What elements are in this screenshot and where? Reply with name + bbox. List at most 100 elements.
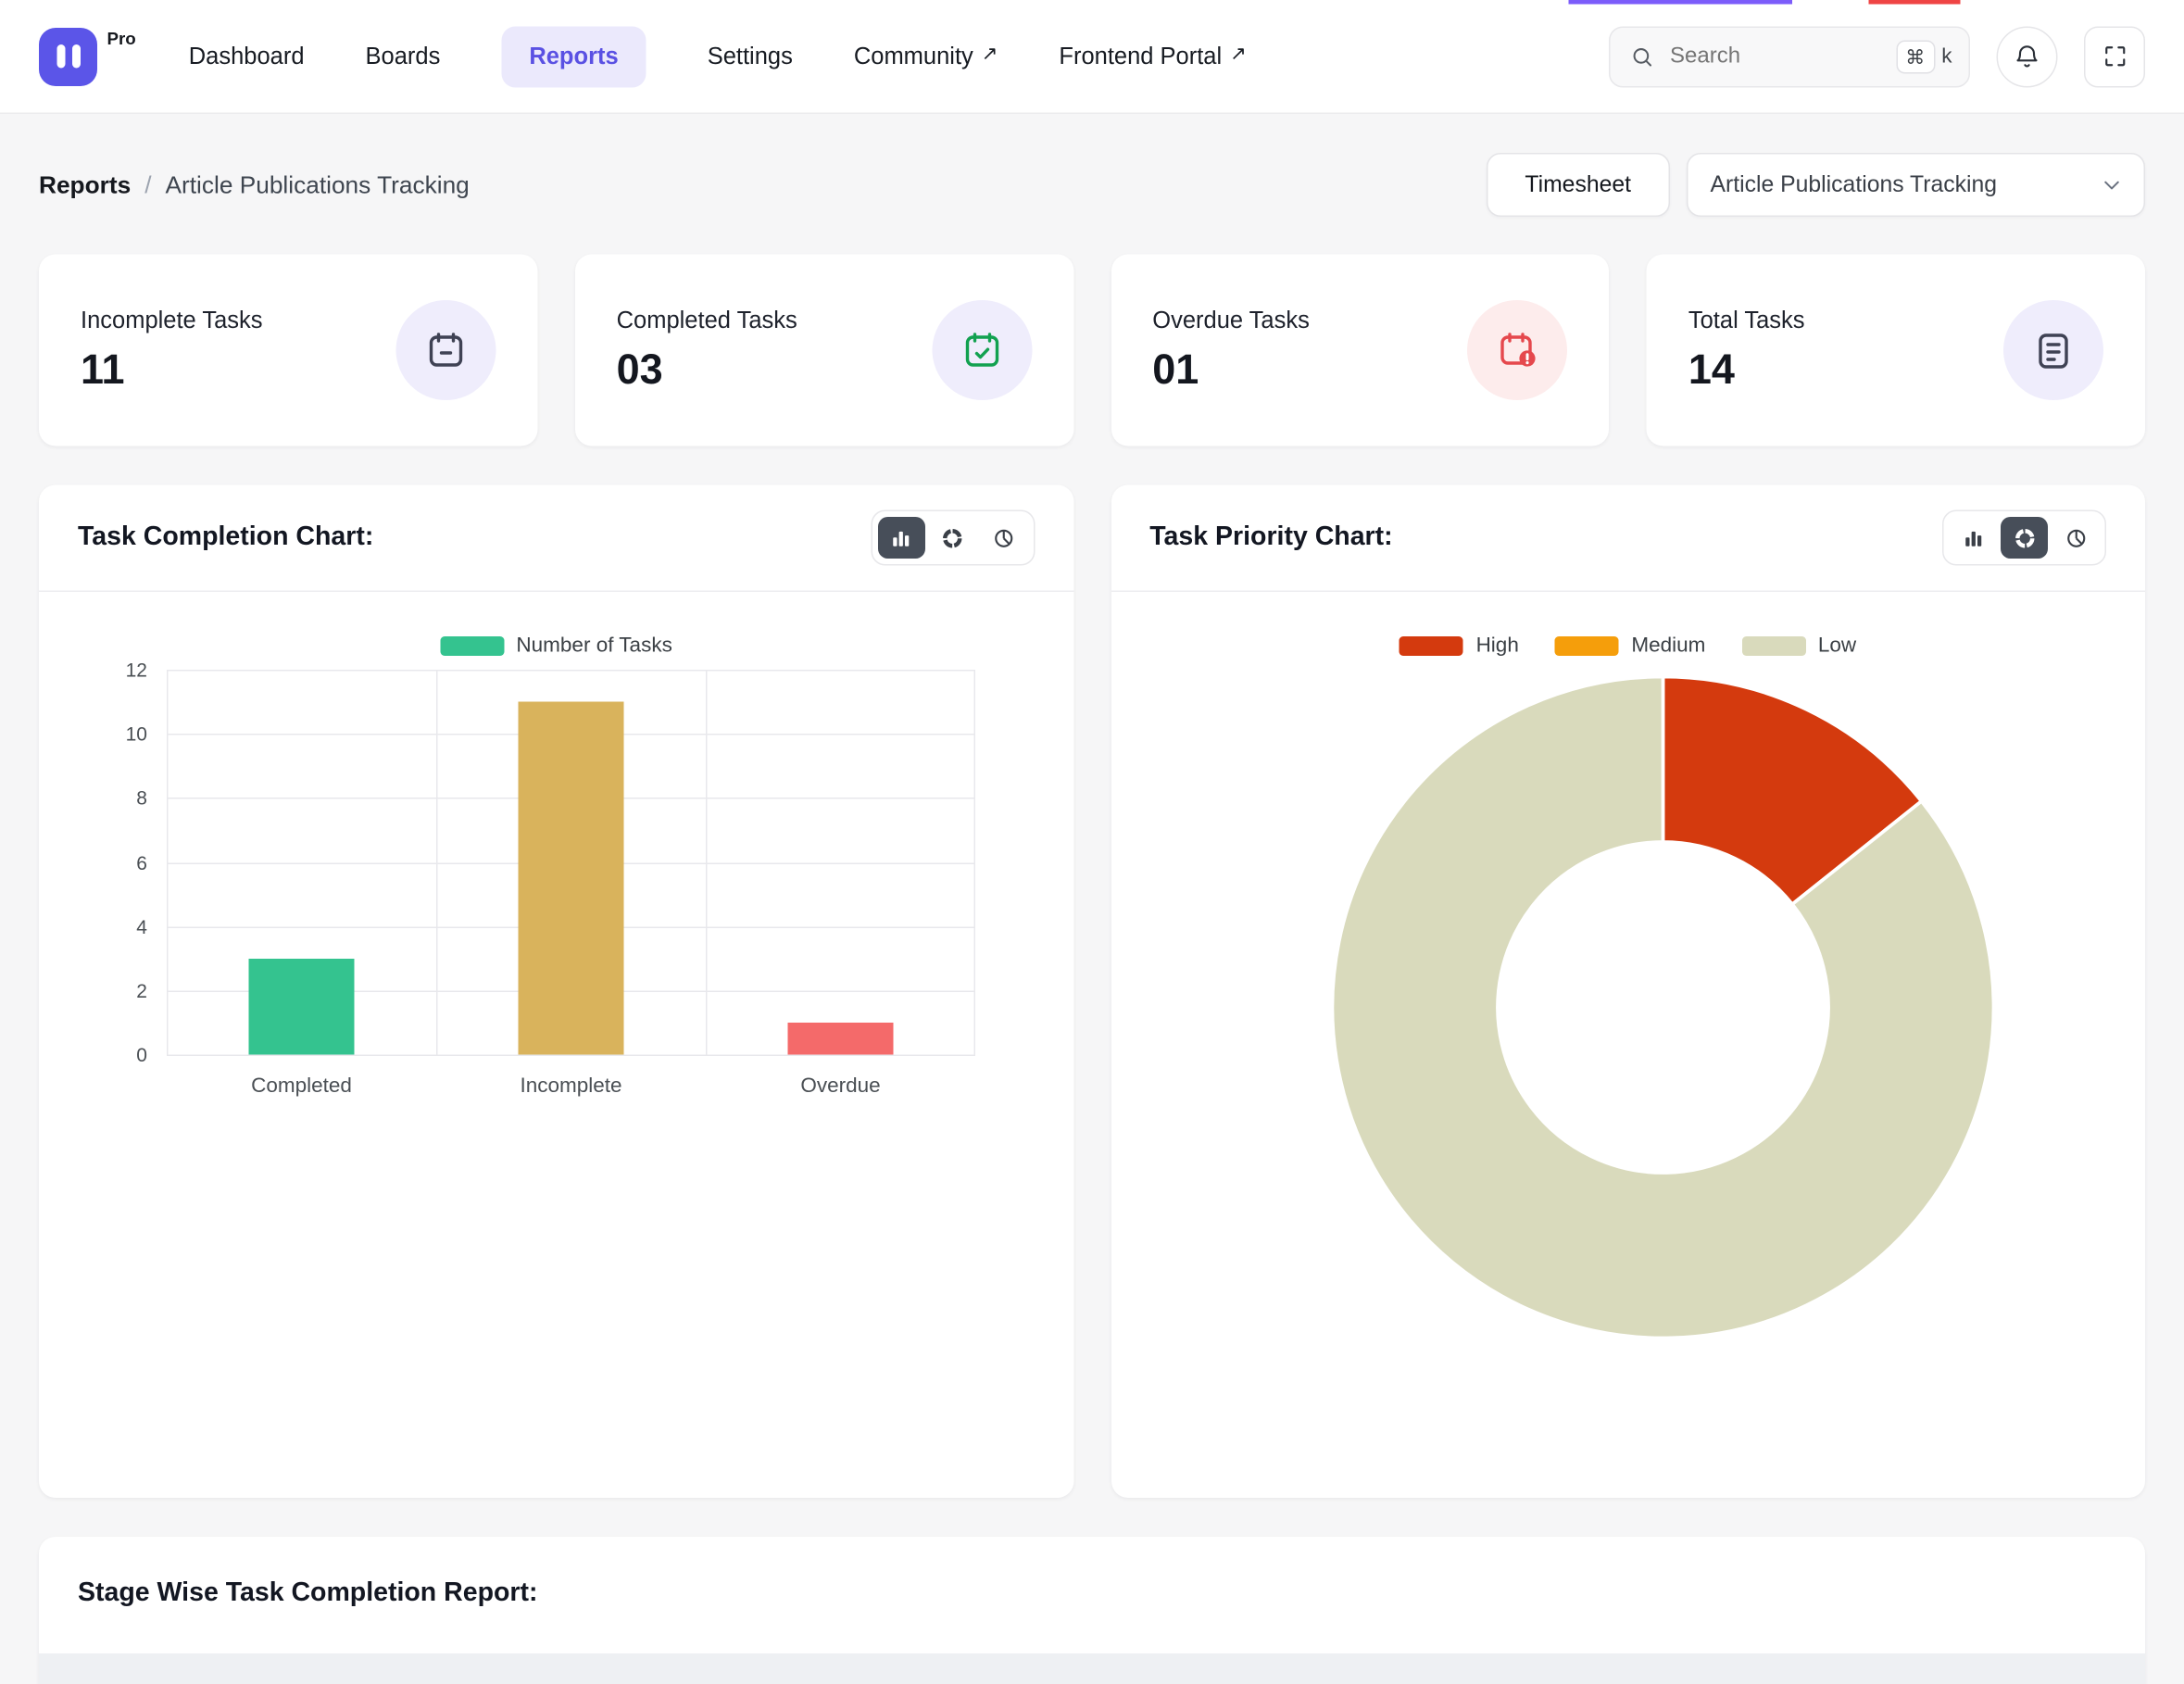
timesheet-button[interactable]: Timesheet [1486, 153, 1670, 217]
pro-badge: Pro [107, 29, 136, 48]
y-axis-label: 6 [69, 851, 147, 873]
bar-incomplete[interactable] [519, 702, 624, 1055]
bar-chart-view-button[interactable] [1950, 517, 1997, 559]
gridline [167, 1055, 975, 1057]
task-completion-chart-card: Task Completion Chart: Numb [39, 485, 1073, 1499]
stage-report-title: Stage Wise Task Completion Report: [39, 1537, 2145, 1609]
top-loading-bar-purple [1569, 0, 1793, 5]
nav-community-label: Community [854, 43, 973, 70]
top-navbar: Pro Dashboard Boards Reports Settings Co… [0, 0, 2184, 114]
stat-label: Incomplete Tasks [81, 307, 263, 334]
notifications-button[interactable] [1997, 26, 2058, 87]
stage-report-card: Stage Wise Task Completion Report: [39, 1537, 2145, 1684]
stat-value: 01 [1152, 346, 1310, 394]
stat-value: 14 [1688, 346, 1805, 394]
y-axis-label: 12 [69, 659, 147, 681]
nav-community[interactable]: Community ↗ [854, 43, 998, 70]
report-select-value: Article Publications Tracking [1711, 171, 1998, 198]
nav-settings[interactable]: Settings [708, 43, 793, 70]
donut-chart-icon [941, 526, 965, 550]
legend-label: Number of Tasks [516, 634, 672, 658]
calendar-check-icon [932, 300, 1032, 400]
top-loading-bar-red [1869, 0, 1961, 5]
nav-frontend-portal-label: Frontend Portal [1059, 43, 1222, 70]
external-link-icon: ↗ [1230, 42, 1247, 66]
x-axis-label: Completed [205, 1074, 399, 1099]
bell-icon [2014, 43, 2041, 70]
stat-value: 11 [81, 346, 263, 394]
report-select[interactable]: Article Publications Tracking [1687, 153, 2145, 217]
pie-chart-view-button[interactable] [2052, 517, 2100, 559]
shortcut-cmd-key: ⌘ [1896, 40, 1935, 73]
bar-chart-view-button[interactable] [877, 517, 924, 559]
stat-text: Completed Tasks 03 [617, 307, 797, 395]
notes-icon [2003, 300, 2103, 400]
stat-card-incomplete-tasks: Incomplete Tasks 11 [39, 255, 537, 446]
charts-row: Task Completion Chart: Numb [39, 485, 2145, 1499]
chart-title: Task Priority Chart: [1149, 522, 1392, 553]
brand: Pro [39, 27, 136, 85]
pie-chart-view-button[interactable] [980, 517, 1027, 559]
calendar-alert-icon [1467, 300, 1567, 400]
bar-chart-legend: Number of Tasks [39, 634, 1073, 658]
y-axis-label: 4 [69, 915, 147, 937]
y-axis-label: 8 [69, 786, 147, 809]
app-root: Pro Dashboard Boards Reports Settings Co… [0, 0, 2184, 1684]
search-icon [1630, 44, 1655, 69]
stat-label: Overdue Tasks [1152, 307, 1310, 334]
stat-card-total-tasks: Total Tasks 14 [1647, 255, 2145, 446]
logo-bar [56, 44, 65, 69]
breadcrumb-reports[interactable]: Reports [39, 170, 131, 200]
donut-chart-view-button[interactable] [2001, 517, 2048, 559]
chart-view-toggle [871, 510, 1035, 566]
nav-dashboard[interactable]: Dashboard [189, 43, 305, 70]
donut-chart-view-button[interactable] [929, 517, 976, 559]
gridline [974, 670, 976, 1055]
donut-chart-icon [2013, 526, 2037, 550]
chart-card-header: Task Priority Chart: [1111, 485, 2145, 593]
bar-chart-icon [1961, 526, 1985, 550]
gridline [167, 670, 975, 672]
x-axis-label: Incomplete [474, 1074, 669, 1099]
main-nav: Dashboard Boards Reports Settings Commun… [189, 26, 1247, 87]
pie-chart-icon [992, 526, 1016, 550]
task-completion-plot: 024681012CompletedIncompleteOverdue [167, 670, 975, 1055]
fullscreen-expand-icon [2102, 44, 2128, 70]
nav-boards[interactable]: Boards [366, 43, 441, 70]
external-link-icon: ↗ [982, 42, 998, 66]
bar-overdue[interactable] [788, 1023, 894, 1055]
stat-label: Completed Tasks [617, 307, 797, 334]
header-actions: Timesheet Article Publications Tracking [1486, 153, 2145, 217]
y-axis-label: 0 [69, 1044, 147, 1066]
stat-card-overdue-tasks: Overdue Tasks 01 [1111, 255, 1609, 446]
bar-chart-icon [889, 526, 913, 550]
legend-item-number-of-tasks[interactable]: Number of Tasks [440, 634, 672, 658]
shortcut-k-key: k [1941, 44, 1952, 69]
x-axis-label: Overdue [744, 1074, 938, 1099]
bar-completed[interactable] [249, 959, 355, 1055]
fullscreen-button[interactable] [2084, 26, 2145, 87]
app-logo[interactable] [39, 27, 97, 85]
breadcrumb-separator: / [144, 170, 151, 200]
pie-chart-icon [2064, 526, 2088, 550]
gridline [436, 670, 438, 1055]
chart-card-header: Task Completion Chart: [39, 485, 1073, 593]
bar-chart-body: Number of Tasks 024681012CompletedIncomp… [39, 592, 1073, 1498]
task-priority-chart-card: Task Priority Chart: HighMe [1111, 485, 2145, 1499]
stat-text: Overdue Tasks 01 [1152, 307, 1310, 395]
page-header-row: Reports / Article Publications Tracking … [39, 153, 2145, 217]
stat-value: 03 [617, 346, 797, 394]
stat-text: Total Tasks 14 [1688, 307, 1805, 395]
chart-title: Task Completion Chart: [78, 522, 373, 553]
breadcrumb: Reports / Article Publications Tracking [39, 170, 470, 200]
calendar-minus-icon [395, 300, 496, 400]
search-box[interactable]: ⌘ k [1609, 26, 1970, 87]
nav-frontend-portal[interactable]: Frontend Portal ↗ [1059, 43, 1246, 70]
donut-chart-body: HighMediumLow [1111, 592, 2145, 1498]
gridline [167, 670, 169, 1055]
gridline [706, 670, 708, 1055]
search-input[interactable] [1667, 43, 1896, 70]
table-header-strip [39, 1653, 2145, 1684]
legend-swatch [440, 635, 504, 655]
nav-reports[interactable]: Reports [501, 26, 646, 87]
